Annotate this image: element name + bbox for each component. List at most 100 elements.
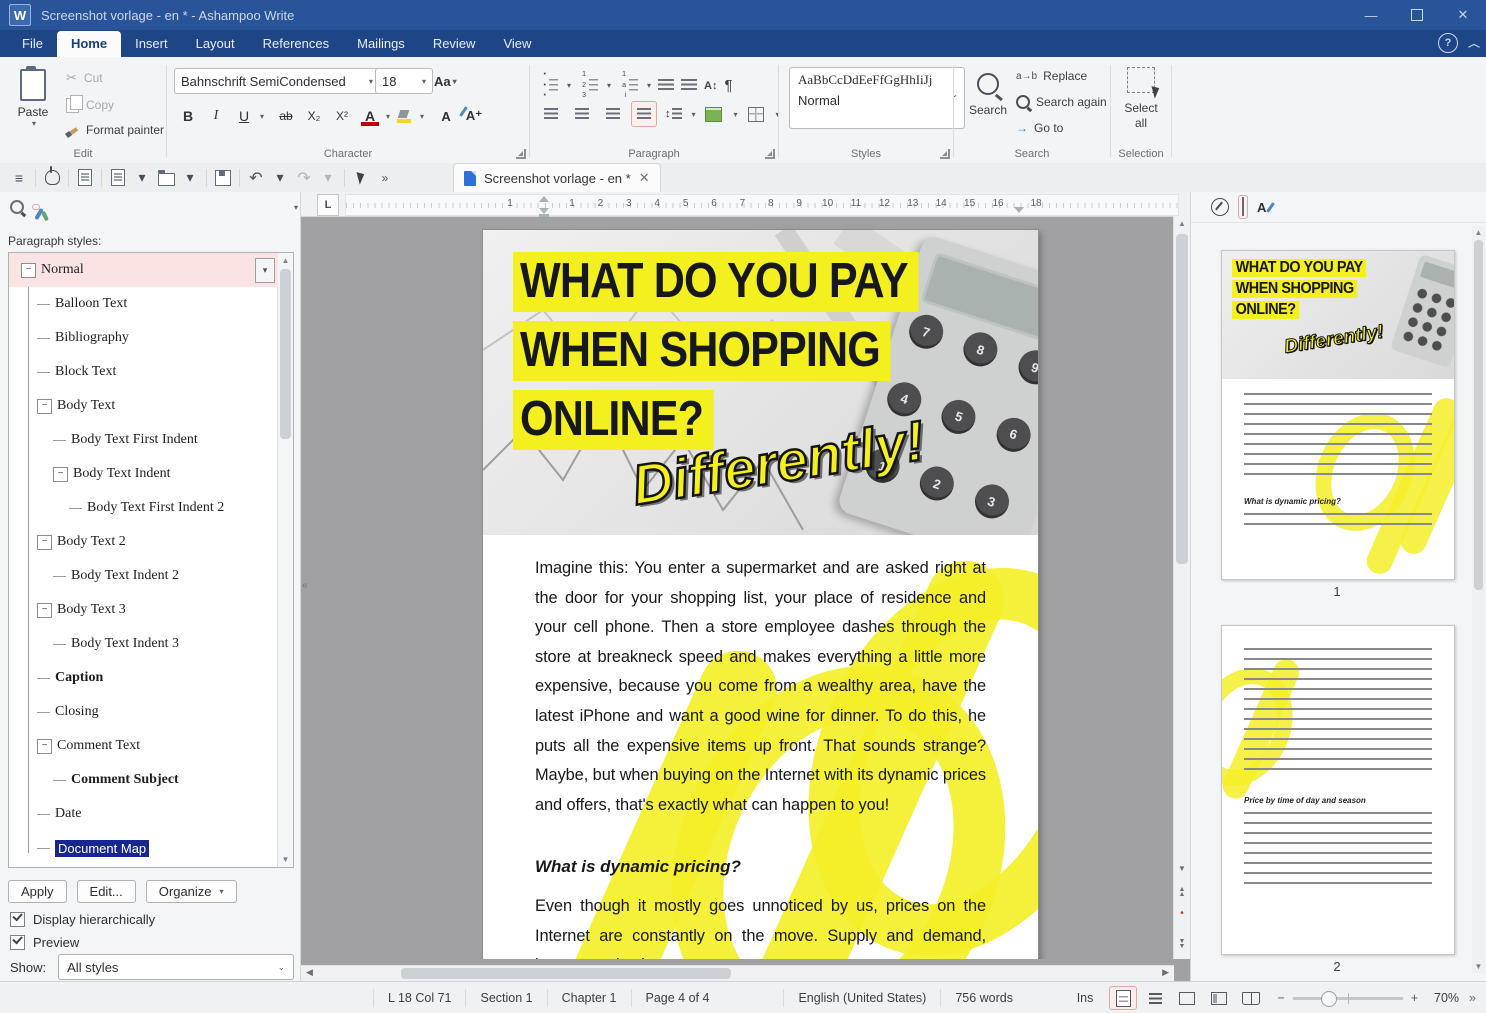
change-case-button[interactable]: Aa ▾ <box>429 68 462 94</box>
search-button[interactable]: Search <box>966 69 1010 117</box>
save-button[interactable] <box>212 166 234 190</box>
zoom-slider-knob[interactable] <box>1320 990 1337 1007</box>
panel-menu-button[interactable]: ▾ <box>294 203 298 212</box>
styles-brush-button[interactable] <box>32 204 40 210</box>
zoom-out-button[interactable]: − <box>1277 991 1284 1005</box>
document-horizontal-scrollbar[interactable]: ◀ ▶ <box>301 965 1174 981</box>
zoom-slider[interactable] <box>1292 990 1403 1007</box>
justify-button[interactable] <box>631 101 657 127</box>
page-setup-button[interactable] <box>74 166 96 190</box>
touch-mode-button[interactable] <box>41 166 63 190</box>
page-thumbnail-2[interactable]: Price by time of day and season <box>1221 625 1455 955</box>
borders-button[interactable] <box>743 101 769 127</box>
scrollbar-thumb[interactable] <box>280 269 291 439</box>
character-dialog-launcher[interactable] <box>516 149 526 159</box>
menu-button[interactable]: ≡ <box>8 166 30 190</box>
paragraph-dialog-launcher[interactable] <box>765 149 775 159</box>
scroll-left-arrow[interactable]: ◀ <box>306 967 313 978</box>
redo-button[interactable]: ↷ <box>293 166 315 190</box>
panel-search-icon[interactable] <box>10 200 24 214</box>
scrollbar-thumb[interactable] <box>401 968 731 979</box>
print-layout-view-button[interactable] <box>1109 986 1138 1010</box>
numbered-list-button[interactable]: 1 2 3 <box>578 70 599 102</box>
menu-tab-view[interactable]: View <box>489 31 545 57</box>
document-tab[interactable]: Screenshot vorlage - en * ✕ <box>453 163 661 192</box>
style-item-date[interactable]: Date <box>9 797 278 831</box>
apply-button[interactable]: Apply <box>8 880 67 903</box>
highlight-caret[interactable]: ▾ <box>420 112 424 121</box>
scroll-up-arrow[interactable]: ▲ <box>1472 228 1485 237</box>
style-item-comment-text[interactable]: − Comment Text <box>9 729 278 763</box>
horizontal-ruler[interactable]: 1 1 2 3 4 5 6 7 8 9 10 11 12 13 14 15 16 18 <box>345 194 1179 216</box>
font-edit-icon[interactable]: A <box>1257 200 1266 215</box>
undo-button[interactable]: ↶ <box>245 166 267 190</box>
fullscreen-view-button[interactable] <box>1173 986 1201 1010</box>
style-item-normal[interactable]: − Normal ▾ <box>9 253 278 287</box>
menu-tab-review[interactable]: Review <box>419 31 490 57</box>
open-button[interactable] <box>155 166 177 190</box>
align-left-button[interactable] <box>538 101 564 127</box>
font-size-select[interactable]: 18 ▾ <box>375 68 433 94</box>
next-page-button[interactable]: ▼ ▼ <box>1174 938 1190 950</box>
scroll-right-arrow[interactable]: ▶ <box>1162 967 1169 978</box>
document-canvas[interactable]: 789456123 WHAT DO YOU PAY WHEN SHOPPING … <box>301 216 1174 959</box>
collapse-toggle[interactable]: − <box>37 398 52 414</box>
collapse-toggle[interactable]: − <box>37 534 52 550</box>
scroll-down-arrow[interactable]: ▼ <box>278 855 293 864</box>
pages-panel-scrollbar[interactable]: ▲ ▼ <box>1472 226 1485 973</box>
highlight-button[interactable] <box>390 103 418 129</box>
page-thumbnail-1[interactable]: WHAT DO YOU PAY WHEN SHOPPING ONLINE? Di… <box>1221 250 1455 580</box>
right-indent-marker[interactable] <box>1014 204 1024 214</box>
search-again-button[interactable]: Search again <box>1016 95 1107 109</box>
draft-view-button[interactable] <box>1141 986 1169 1010</box>
subscript-button[interactable]: X₂ <box>300 103 328 129</box>
compass-icon[interactable] <box>1211 198 1229 216</box>
document-page[interactable]: 789456123 WHAT DO YOU PAY WHEN SHOPPING … <box>483 230 1038 959</box>
select-tool-button[interactable] <box>350 166 372 190</box>
close-button[interactable]: ✕ <box>1440 0 1486 30</box>
font-name-select[interactable]: Bahnschrift SemiCondensed ▾ <box>174 68 380 94</box>
line-spacing-caret[interactable]: ▾ <box>692 110 696 119</box>
new-document-caret[interactable]: ▾ <box>131 166 153 190</box>
zoom-in-button[interactable]: + <box>1411 991 1418 1005</box>
show-styles-select[interactable]: All styles ⌄ <box>58 954 295 980</box>
scroll-up-arrow[interactable]: ▲ <box>278 256 293 265</box>
toolbar-more-button[interactable]: » <box>374 166 396 190</box>
style-item-block-text[interactable]: Block Text <box>9 355 278 389</box>
increase-indent-button[interactable] <box>681 79 698 93</box>
scroll-up-arrow[interactable]: ▲ <box>1174 219 1190 228</box>
book-view-button[interactable] <box>1237 986 1265 1010</box>
style-item-caption[interactable]: Caption <box>9 661 278 695</box>
strikethrough-button[interactable]: ab <box>272 103 300 129</box>
cut-button[interactable]: ✂ Cut <box>66 70 104 86</box>
multilevel-list-caret[interactable]: ▾ <box>647 81 651 90</box>
underline-caret[interactable]: ▾ <box>260 112 264 121</box>
goto-button[interactable]: → Go to <box>1016 121 1063 135</box>
style-item-document-map[interactable]: Document Map <box>9 831 278 865</box>
align-right-button[interactable] <box>600 101 626 127</box>
display-hierarchically-row[interactable]: Display hierarchically <box>10 912 155 927</box>
style-item-balloon-text[interactable]: Balloon Text <box>9 287 278 321</box>
language-indicator[interactable]: English (United States) <box>783 989 940 1007</box>
bullet-list-caret[interactable]: ▾ <box>567 81 571 90</box>
tab-stop-selector[interactable]: L <box>317 194 339 216</box>
menu-tab-file[interactable]: File <box>8 31 57 57</box>
edit-style-button[interactable]: Edit... <box>76 880 136 903</box>
maximize-button[interactable] <box>1394 0 1440 30</box>
style-item-body-text-first-indent[interactable]: Body Text First Indent <box>9 423 278 457</box>
underline-button[interactable]: U <box>230 103 258 129</box>
previous-page-button[interactable]: ▲ ▲ <box>1174 886 1190 898</box>
paste-dropdown-caret[interactable]: ▾ <box>12 119 56 128</box>
organize-button[interactable]: Organize ▾ <box>145 880 237 903</box>
collapse-toggle[interactable]: − <box>37 602 52 618</box>
select-all-button[interactable]: Select all <box>1111 67 1171 131</box>
paste-button[interactable]: Paste ▾ <box>10 65 56 157</box>
redo-caret[interactable]: ▾ <box>317 166 339 190</box>
style-item-body-text[interactable]: − Body Text <box>9 389 278 423</box>
menu-tab-insert[interactable]: Insert <box>121 31 182 57</box>
open-caret[interactable]: ▾ <box>179 166 201 190</box>
help-button[interactable]: ? <box>1437 33 1458 53</box>
line-spacing-button[interactable]: ↕ <box>662 101 685 127</box>
style-item-body-text-2[interactable]: − Body Text 2 <box>9 525 278 559</box>
new-document-button[interactable] <box>107 166 129 190</box>
